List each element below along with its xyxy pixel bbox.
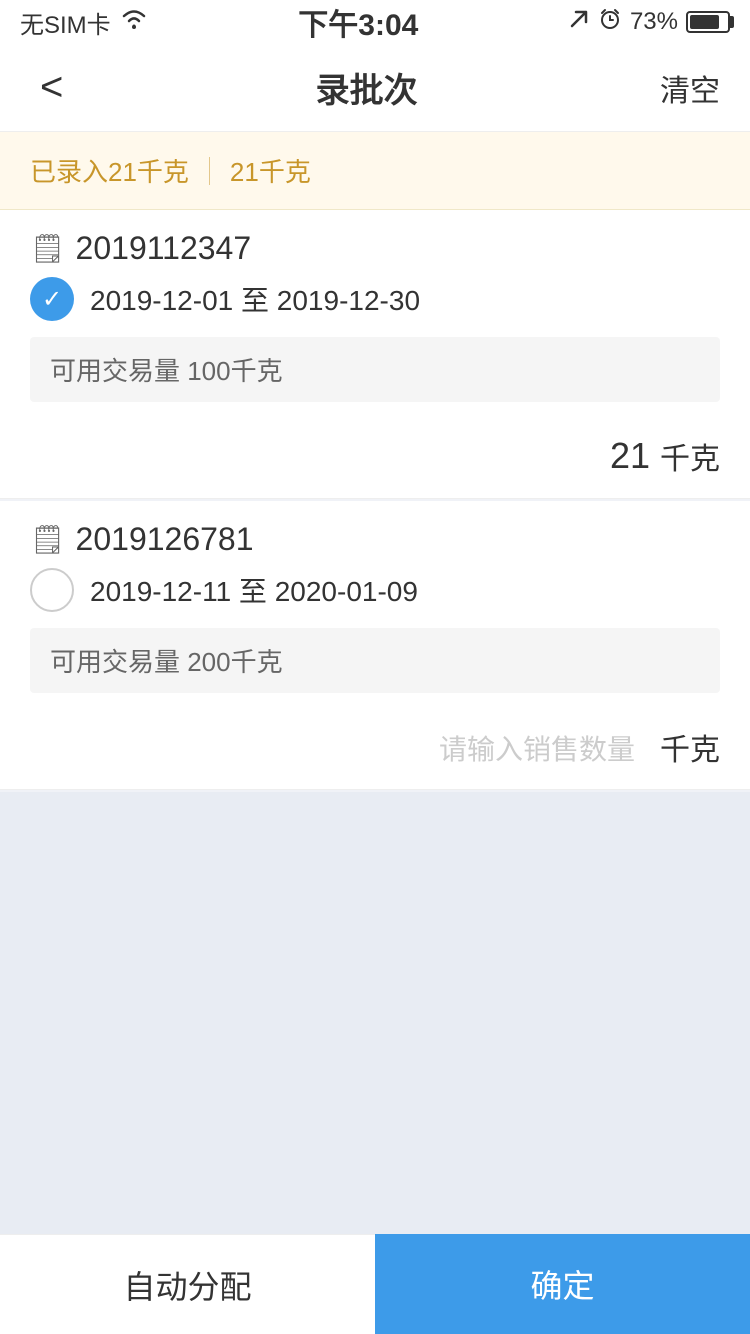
status-right: 73%	[568, 7, 730, 38]
check-icon-1: ✓	[42, 285, 62, 314]
quantity-input-row-2[interactable]: 千克	[0, 709, 750, 790]
quantity-value-1: 21	[610, 435, 650, 477]
summary-divider	[209, 157, 210, 185]
batch-id-1: 2019112347	[76, 230, 252, 267]
status-bar: 无SIM卡 下午3:04 73%	[0, 0, 750, 44]
summary-bar: 已录入21千克 21千克	[0, 132, 750, 210]
auto-distribute-button[interactable]: 自动分配	[0, 1234, 375, 1334]
bottom-bar: 自动分配 确定	[0, 1234, 750, 1334]
radio-unselected-2[interactable]	[30, 568, 74, 612]
status-left: 无SIM卡	[20, 5, 149, 40]
page-title: 录批次	[316, 63, 418, 112]
battery-percent: 73%	[630, 8, 678, 36]
batch-date-1: 2019-12-01 至 2019-12-30	[90, 279, 420, 319]
quantity-unit-2: 千克	[660, 725, 720, 769]
alarm-icon	[598, 7, 622, 38]
batch-icon-2: 🗒	[30, 523, 66, 556]
batch-row-1[interactable]: ✓ 2019-12-01 至 2019-12-30	[0, 277, 750, 337]
quantity-row-1: 21 千克	[0, 418, 750, 499]
wifi-icon	[119, 8, 149, 37]
battery-icon	[686, 11, 730, 33]
back-button[interactable]: <	[30, 55, 73, 120]
carrier-text: 无SIM卡	[20, 5, 111, 40]
batch-row-2[interactable]: 2019-12-11 至 2020-01-09	[0, 568, 750, 628]
batch-card-1: 🗒 2019112347 ✓ 2019-12-01 至 2019-12-30 可…	[0, 210, 750, 499]
location-icon	[568, 8, 590, 37]
nav-bar: < 录批次 清空	[0, 44, 750, 132]
batch-icon-1: 🗒	[30, 232, 66, 265]
batch-id-2: 2019126781	[76, 521, 254, 558]
available-bar-2: 可用交易量 200千克	[30, 628, 720, 693]
summary-value: 21千克	[230, 152, 311, 189]
summary-label: 已录入21千克	[30, 152, 189, 189]
status-time: 下午3:04	[298, 0, 418, 44]
content-area: 🗒 2019112347 ✓ 2019-12-01 至 2019-12-30 可…	[0, 210, 750, 1312]
quantity-unit-1: 千克	[660, 434, 720, 478]
quantity-input-2[interactable]	[350, 726, 650, 768]
available-bar-1: 可用交易量 100千克	[30, 337, 720, 402]
confirm-button[interactable]: 确定	[375, 1234, 750, 1334]
batch-date-2: 2019-12-11 至 2020-01-09	[90, 570, 418, 610]
batch-header-2: 🗒 2019126781	[0, 501, 750, 568]
radio-selected-1[interactable]: ✓	[30, 277, 74, 321]
batch-header-1: 🗒 2019112347	[0, 210, 750, 277]
batch-card-2: 🗒 2019126781 2019-12-11 至 2020-01-09 可用交…	[0, 501, 750, 790]
clear-button[interactable]: 清空	[660, 66, 720, 110]
